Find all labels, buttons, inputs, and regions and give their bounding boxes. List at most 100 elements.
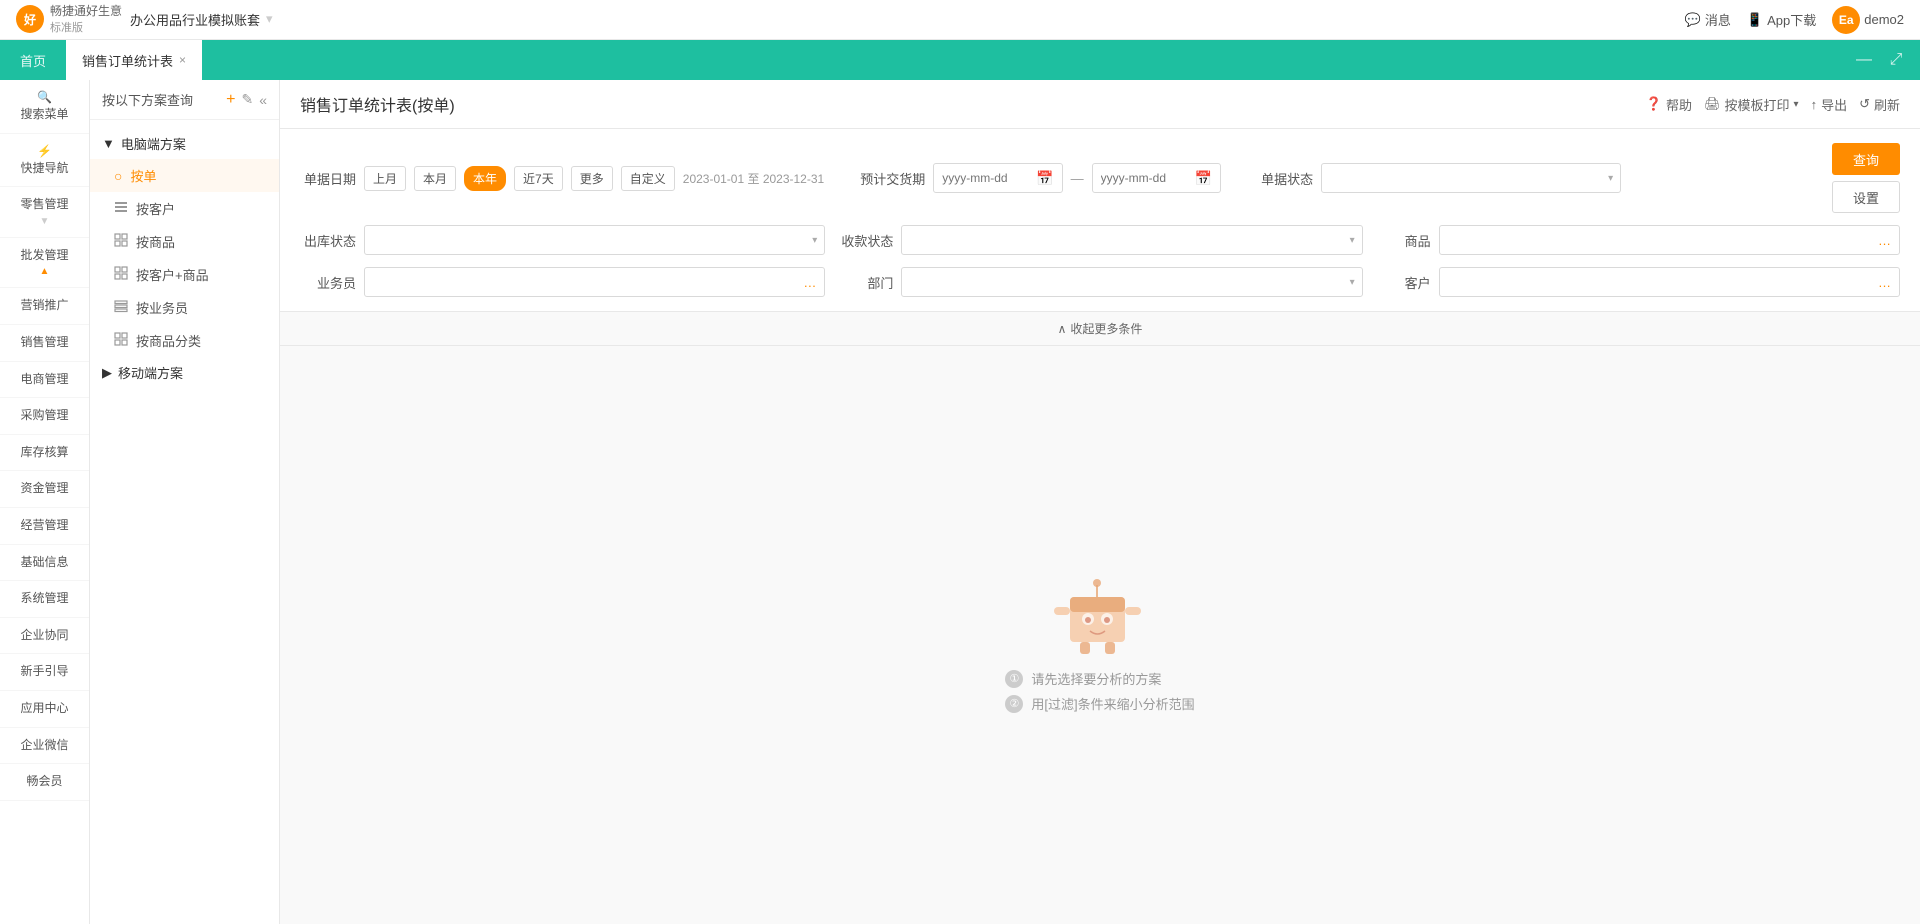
user-area[interactable]: Ea demo2 xyxy=(1832,6,1904,34)
sidebar-shortcut-nav[interactable]: ⚡ 快捷导航 xyxy=(0,134,89,188)
goods-dotdot-icon[interactable]: … xyxy=(1878,233,1891,248)
scheme-item-by-customer[interactable]: 按客户 xyxy=(90,192,279,225)
sidebar-item-purchase[interactable]: 采购管理 xyxy=(0,398,89,435)
sidebar-operations-label: 经营管理 xyxy=(20,518,68,534)
tab-maximize-button[interactable]: ⤢ xyxy=(1884,48,1908,72)
empty-hint-1: ① 请先选择要分析的方案 xyxy=(1005,669,1194,688)
scheme-item-by-cust-goods[interactable]: 按客户+商品 xyxy=(90,258,279,291)
scheme-group-mobile-arrow: ▶ xyxy=(102,365,112,381)
sidebar-item-marketing[interactable]: 营销推广 xyxy=(0,288,89,325)
collapse-panel-button[interactable]: « xyxy=(259,92,267,108)
sidebar-enterprise-label: 企业协同 xyxy=(20,628,68,644)
receipt-status-select[interactable] xyxy=(901,225,1362,255)
scheme-group-pc-header[interactable]: ▼ 电脑端方案 xyxy=(90,128,279,159)
app-download-button[interactable]: 📱 App下载 xyxy=(1747,10,1816,29)
sidebar-item-basic[interactable]: 基础信息 xyxy=(0,545,89,582)
sidebar-item-wholesale[interactable]: 批发管理 ▲ xyxy=(0,238,89,289)
tab-minimize-button[interactable]: — xyxy=(1852,48,1876,72)
scheme-group-pc-label: 电脑端方案 xyxy=(121,134,186,153)
by-cust-goods-label: 按客户+商品 xyxy=(136,265,209,284)
sidebar-item-member[interactable]: 畅会员 xyxy=(0,764,89,801)
expected-date-end-input[interactable] xyxy=(1101,171,1191,185)
sidebar-item-appcenter[interactable]: 应用中心 xyxy=(0,691,89,728)
app-download-label: App下载 xyxy=(1767,10,1816,29)
export-label: 导出 xyxy=(1821,95,1847,114)
query-button[interactable]: 查询 xyxy=(1832,143,1900,175)
help-button[interactable]: ❓ 帮助 xyxy=(1646,95,1692,114)
sidebar-item-enterprise[interactable]: 企业协同 xyxy=(0,618,89,655)
sidebar-item-retail[interactable]: 零售管理 ▼ xyxy=(0,187,89,238)
tab-sales-report[interactable]: 销售订单统计表 × xyxy=(66,40,202,80)
delivery-status-select[interactable] xyxy=(364,225,825,255)
search-icon: 🔍 xyxy=(37,90,52,104)
expected-date-start-input[interactable] xyxy=(942,171,1032,185)
filter-row-2: 出库状态 ▾ 收款状态 ▾ xyxy=(300,225,1900,255)
customer-dotdot-icon[interactable]: … xyxy=(1878,275,1891,290)
date-btn-this-year[interactable]: 本年 xyxy=(464,166,506,191)
sidebar-appcenter-label: 应用中心 xyxy=(20,701,68,717)
sidebar: 🔍 搜索菜单 ⚡ 快捷导航 零售管理 ▼ 批发管理 ▲ 营销推广 销售管理 电商… xyxy=(0,80,90,924)
sidebar-search[interactable]: 🔍 搜索菜单 xyxy=(0,80,89,134)
sidebar-item-newbie[interactable]: 新手引导 xyxy=(0,654,89,691)
user-initials: Ea xyxy=(1839,13,1854,27)
filter-area: 单据日期 上月 本月 本年 近7天 更多 自定义 2023-01-01 至 20… xyxy=(280,129,1920,312)
scheme-group-pc-arrow: ▼ xyxy=(102,136,115,151)
logo-text-block: 畅捷通好生意 标准版 xyxy=(50,4,122,34)
refresh-button[interactable]: ↺ 刷新 xyxy=(1859,95,1900,114)
sidebar-shortcut-label: 快捷导航 xyxy=(20,161,68,177)
scheme-group-mobile: ▶ 移动端方案 xyxy=(90,357,279,388)
print-button[interactable]: 🖨 按模板打印 ▾ xyxy=(1704,95,1799,114)
calendar-end-icon: 📅 xyxy=(1195,170,1212,187)
sidebar-basic-label: 基础信息 xyxy=(20,555,68,571)
empty-text-list: ① 请先选择要分析的方案 ② 用[过滤]条件来缩小分析范围 xyxy=(1005,669,1194,713)
sidebar-item-finance[interactable]: 资金管理 xyxy=(0,471,89,508)
top-bar-right: 💬 消息 📱 App下载 Ea demo2 xyxy=(1685,6,1904,34)
status-select[interactable] xyxy=(1321,163,1621,193)
expected-date-label: 预计交货期 xyxy=(860,169,925,188)
sidebar-item-inventory[interactable]: 库存核算 xyxy=(0,435,89,472)
by-order-icon: ○ xyxy=(114,168,122,184)
empty-state: ① 请先选择要分析的方案 ② 用[过滤]条件来缩小分析范围 xyxy=(280,346,1920,924)
date-btn-last-month[interactable]: 上月 xyxy=(364,166,406,191)
by-category-label: 按商品分类 xyxy=(136,331,201,350)
scheme-item-by-order[interactable]: ○ 按单 xyxy=(90,159,279,192)
scheme-item-by-category[interactable]: 按商品分类 xyxy=(90,324,279,357)
collapse-bar[interactable]: ∧ 收起更多条件 xyxy=(280,312,1920,346)
settings-button[interactable]: 设置 xyxy=(1832,181,1900,213)
scheme-group-mobile-header[interactable]: ▶ 移动端方案 xyxy=(90,357,279,388)
sidebar-system-label: 系统管理 xyxy=(20,591,68,607)
sidebar-item-operations[interactable]: 经营管理 xyxy=(0,508,89,545)
export-button[interactable]: ↑ 导出 xyxy=(1811,95,1848,114)
date-btn-this-month[interactable]: 本月 xyxy=(414,166,456,191)
add-scheme-button[interactable]: + xyxy=(226,91,235,109)
delivery-status-select-wrap: ▾ xyxy=(364,225,825,255)
scheme-item-by-staff[interactable]: 按业务员 xyxy=(90,291,279,324)
date-btn-7days[interactable]: 近7天 xyxy=(514,166,563,191)
date-range-display: 2023-01-01 至 2023-12-31 xyxy=(683,170,824,187)
dept-select[interactable] xyxy=(901,267,1362,297)
sidebar-ecommerce-label: 电商管理 xyxy=(20,372,68,388)
calendar-start-icon: 📅 xyxy=(1036,170,1053,187)
dept-filter-label: 部门 xyxy=(837,273,893,292)
sidebar-item-corpwechat[interactable]: 企业微信 xyxy=(0,728,89,765)
sidebar-retail-label: 零售管理 xyxy=(20,197,68,213)
help-icon: ❓ xyxy=(1646,96,1662,112)
sidebar-wholesale-label: 批发管理 xyxy=(20,248,68,264)
tab-bar: 首页 销售订单统计表 × — ⤢ xyxy=(0,40,1920,80)
staff-dotdot-icon[interactable]: … xyxy=(803,275,816,290)
breadcrumb-area[interactable]: 办公用品行业模拟账套 ▾ xyxy=(130,10,273,29)
user-name: demo2 xyxy=(1864,12,1904,27)
avatar: Ea xyxy=(1832,6,1860,34)
sidebar-item-sales[interactable]: 销售管理 xyxy=(0,325,89,362)
edit-scheme-button[interactable]: ✎ xyxy=(241,91,253,108)
message-button[interactable]: 💬 消息 xyxy=(1685,10,1731,29)
sidebar-item-system[interactable]: 系统管理 xyxy=(0,581,89,618)
tab-home[interactable]: 首页 xyxy=(0,40,66,80)
date-filter-group: 单据日期 上月 本月 本年 近7天 更多 自定义 2023-01-01 至 20… xyxy=(300,166,824,191)
tab-close-icon[interactable]: × xyxy=(179,53,186,67)
date-btn-more[interactable]: 更多 xyxy=(571,166,613,191)
page-title: 销售订单统计表(按单) xyxy=(300,92,455,116)
date-btn-custom[interactable]: 自定义 xyxy=(621,166,675,191)
scheme-item-by-goods[interactable]: 按商品 xyxy=(90,225,279,258)
sidebar-item-ecommerce[interactable]: 电商管理 xyxy=(0,362,89,399)
